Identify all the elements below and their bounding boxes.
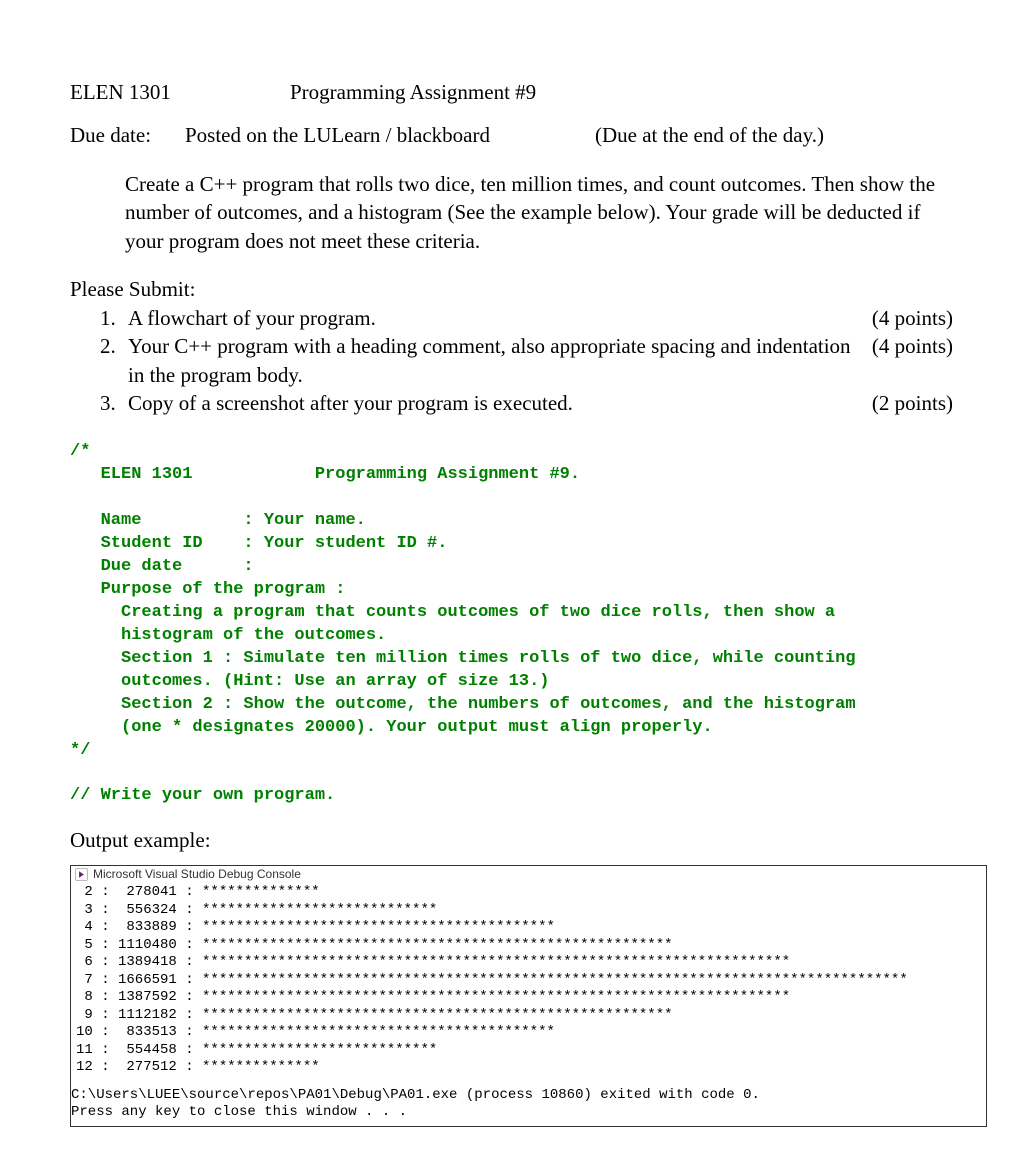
console-window-title: Microsoft Visual Studio Debug Console <box>93 867 301 881</box>
course-code: ELEN 1301 <box>70 80 290 105</box>
header-row: ELEN 1301 Programming Assignment #9 <box>70 80 953 105</box>
list-item: 3. Copy of a screenshot after your progr… <box>100 389 953 417</box>
submit-label: Please Submit: <box>70 277 953 302</box>
list-item: 1. A flowchart of your program. (4 point… <box>100 304 953 332</box>
console-output: 2 : 278041 : ************** 3 : 556324 :… <box>71 884 986 1077</box>
item-text: Copy of a screenshot after your program … <box>128 389 853 417</box>
due-row: Due date: Posted on the LULearn / blackb… <box>70 123 953 148</box>
item-number: 2. <box>100 332 128 389</box>
console-titlebar: Microsoft Visual Studio Debug Console <box>71 866 986 884</box>
item-text: Your C++ program with a heading comment,… <box>128 332 853 389</box>
assignment-document: ELEN 1301 Programming Assignment #9 Due … <box>0 0 1023 1157</box>
console-window: Microsoft Visual Studio Debug Console 2 … <box>70 865 987 1127</box>
assignment-title: Programming Assignment #9 <box>290 80 536 105</box>
due-label: Due date: <box>70 123 185 148</box>
item-text: A flowchart of your program. <box>128 304 853 332</box>
list-item: 2. Your C++ program with a heading comme… <box>100 332 953 389</box>
output-example-label: Output example: <box>70 828 953 853</box>
due-when: (Due at the end of the day.) <box>595 123 824 148</box>
vs-console-icon <box>75 868 88 881</box>
intro-paragraph: Create a C++ program that rolls two dice… <box>125 170 953 255</box>
due-posted: Posted on the LULearn / blackboard <box>185 123 595 148</box>
item-points: (4 points) <box>853 304 953 332</box>
item-points: (4 points) <box>853 332 953 389</box>
submit-list: 1. A flowchart of your program. (4 point… <box>100 304 953 417</box>
code-comment-block: /* ELEN 1301 Programming Assignment #9. … <box>70 441 953 808</box>
item-number: 3. <box>100 389 128 417</box>
item-number: 1. <box>100 304 128 332</box>
item-points: (2 points) <box>853 389 953 417</box>
console-footer: C:\Users\LUEE\source\repos\PA01\Debug\PA… <box>71 1087 986 1126</box>
